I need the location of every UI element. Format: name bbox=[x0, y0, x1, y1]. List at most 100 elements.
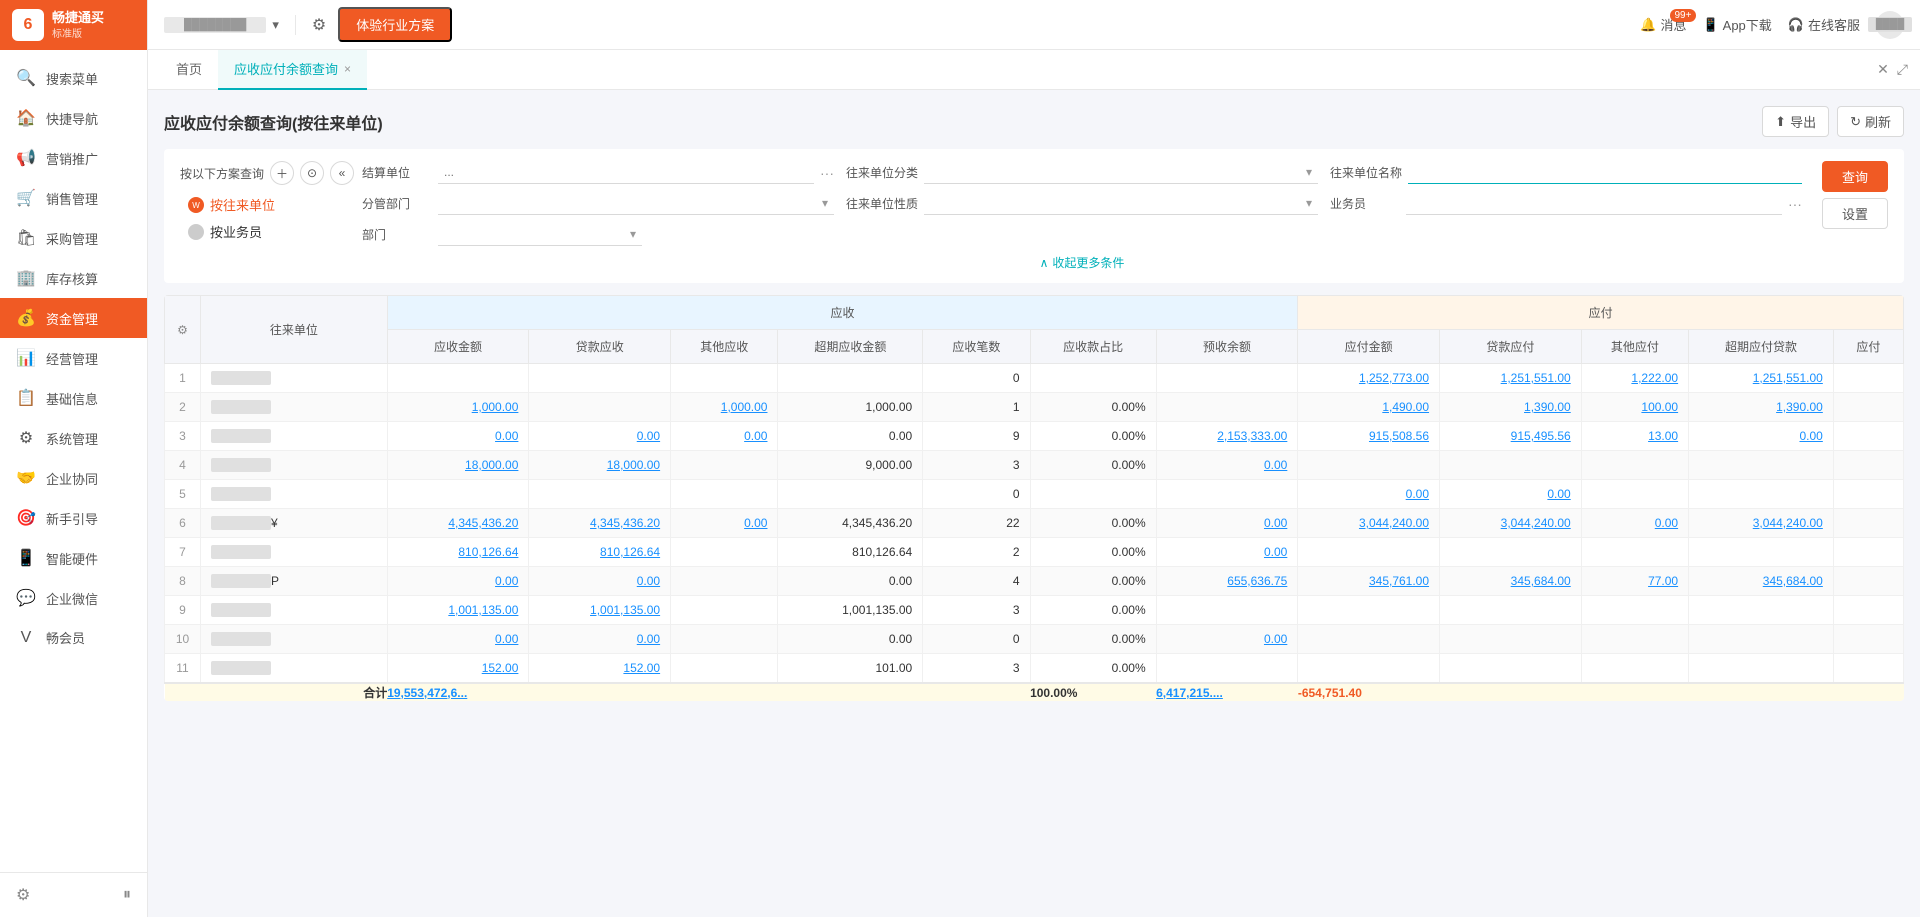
row-partner bbox=[201, 393, 388, 422]
sidebar-label-11: 新手引导 bbox=[46, 509, 98, 528]
settings-icon[interactable]: ⚙ bbox=[16, 885, 30, 905]
sidebar-item-快捷导航[interactable]: 🏠 快捷导航 bbox=[0, 98, 147, 138]
footer-ap-overdue bbox=[1689, 683, 1834, 701]
ap-amount-header: 应付金额 bbox=[1298, 330, 1440, 364]
table-settings-icon[interactable]: ⚙ bbox=[177, 323, 188, 337]
sidebar-item-资金管理[interactable]: 💰 资金管理 bbox=[0, 298, 147, 338]
sidebar-item-销售管理[interactable]: 🛒销售管理 bbox=[0, 178, 147, 218]
chevron-down-department-icon: ▾ bbox=[630, 227, 636, 241]
sidebar-icon-6: 💰 bbox=[16, 308, 36, 328]
sidebar-item-系统管理[interactable]: ⚙系统管理 bbox=[0, 418, 147, 458]
online-service-button[interactable]: 🎧 在线客服 bbox=[1788, 15, 1860, 34]
sidebar-label-1: 快捷导航 bbox=[46, 109, 98, 128]
partner-category-select[interactable]: ▾ bbox=[924, 161, 1318, 184]
partner-name-input[interactable] bbox=[1408, 161, 1802, 184]
data-table: ⚙ 往来单位 应收 应付 应收金额 贷款应收 其他应收 超期应收金额 应收笔数 … bbox=[164, 295, 1904, 701]
department-select[interactable]: ▾ bbox=[438, 223, 642, 246]
table-row: 3 0.00 0.00 0.00 0.00 9 0.00% 2,153,333.… bbox=[165, 422, 1904, 451]
row-num: 2 bbox=[165, 393, 201, 422]
app-download-button[interactable]: 📱 App下载 bbox=[1702, 15, 1771, 34]
row-partner: ¥ bbox=[201, 509, 388, 538]
sidebar: 6 畅捷通买 标准版 🔍搜索菜单🏠快捷导航📢营销推广🛒销售管理🛍采购管理🏢库存核… bbox=[0, 0, 148, 917]
refresh-button[interactable]: ↻ 刷新 bbox=[1837, 106, 1904, 137]
sidebar-label-3: 销售管理 bbox=[46, 189, 98, 208]
notice-button[interactable]: 🔔 消息 99+ bbox=[1640, 15, 1686, 34]
query-button[interactable]: 查询 bbox=[1822, 161, 1888, 192]
add-scheme-btn[interactable]: ＋ bbox=[270, 161, 294, 185]
sidebar-item-新手引导[interactable]: 🎯新手引导 bbox=[0, 498, 147, 538]
user-avatar[interactable]: ████ bbox=[1876, 11, 1904, 39]
footer-ap-amount: -654,751.40 bbox=[1298, 683, 1440, 701]
settlement-unit-more[interactable]: ··· bbox=[820, 165, 834, 181]
sidebar-item-库存核算[interactable]: 🏢库存核算 bbox=[0, 258, 147, 298]
sidebar-icon-4: 🛍 bbox=[16, 228, 36, 248]
app-name: 畅捷通买 bbox=[52, 10, 104, 26]
salesperson-more[interactable]: ··· bbox=[1788, 196, 1802, 212]
footer-ar-count bbox=[923, 683, 1030, 701]
collapse-scheme-btn[interactable]: « bbox=[330, 161, 354, 185]
filter-settlement-unit: 结算单位 ··· bbox=[362, 161, 834, 184]
sidebar-icon-1: 🏠 bbox=[16, 108, 36, 128]
settlement-unit-input[interactable] bbox=[438, 161, 814, 184]
ar-loan-header: 贷款应收 bbox=[529, 330, 671, 364]
table-row: 1 0 1,252,773.00 1,251,551.00 1,222.00 1… bbox=[165, 364, 1904, 393]
tab-home[interactable]: 首页 bbox=[160, 50, 218, 90]
sidebar-item-营销推广[interactable]: 📢营销推广 bbox=[0, 138, 147, 178]
ap-loan-header: 贷款应付 bbox=[1440, 330, 1582, 364]
filter-partner-name: 往来单位名称 bbox=[1330, 161, 1802, 184]
svg-text:W: W bbox=[192, 201, 200, 210]
sidebar-item-经营管理[interactable]: 📊经营管理 bbox=[0, 338, 147, 378]
footer-ar-prepay[interactable]: 6,417,215.... bbox=[1156, 683, 1298, 701]
chevron-down-nature-icon: ▾ bbox=[1306, 196, 1312, 210]
tab-expand-icon[interactable]: ⤢ bbox=[1897, 61, 1908, 78]
company-selector[interactable]: ████████ ▾ bbox=[164, 17, 279, 33]
sidebar-item-企业协同[interactable]: 🤝 企业协同 bbox=[0, 458, 147, 498]
tab-home-label: 首页 bbox=[176, 59, 202, 78]
footer-ap-other bbox=[1581, 683, 1688, 701]
table-row: 5 0 0.00 0.00 bbox=[165, 480, 1904, 509]
sidebar-item-畅会员[interactable]: V畅会员 bbox=[0, 618, 147, 657]
table-row: 8 P 0.00 0.00 0.00 4 0.00% 655,636.75 34… bbox=[165, 567, 1904, 596]
sidebar-item-基础信息[interactable]: 📋基础信息 bbox=[0, 378, 147, 418]
collapse-more-btn[interactable]: ∧ 收起更多条件 bbox=[362, 254, 1802, 271]
header-settings-icon[interactable]: ⚙ bbox=[312, 15, 326, 35]
sidebar-icon-10: 🤝 bbox=[16, 468, 36, 488]
settings-col-header[interactable]: ⚙ bbox=[165, 296, 201, 364]
app-edition: 标准版 bbox=[52, 25, 104, 40]
sidebar-label-6: 资金管理 bbox=[46, 309, 98, 328]
promo-button[interactable]: 体验行业方案 bbox=[338, 7, 452, 42]
collapse-icon[interactable]: ⏸ bbox=[123, 886, 131, 904]
sidebar-label-10: 企业协同 bbox=[46, 469, 98, 488]
headset-icon: 🎧 bbox=[1788, 17, 1804, 33]
footer-ar-amount[interactable]: 19,553,472,6... bbox=[387, 683, 529, 701]
sidebar-label-0: 搜索菜单 bbox=[46, 69, 98, 88]
scheme-by-salesperson[interactable]: 按业务员 bbox=[180, 218, 354, 245]
sidebar-icon-8: 📋 bbox=[16, 388, 36, 408]
tab-close-window-icon[interactable]: ✕ bbox=[1877, 61, 1889, 78]
table-footer-row: 合计 19,553,472,6... 100.00% 6,417,215....… bbox=[165, 683, 1904, 701]
footer-label: 合计 bbox=[165, 683, 388, 701]
export-button[interactable]: ⬆ 导出 bbox=[1762, 106, 1829, 137]
filter-partner-nature: 往来单位性质 ▾ bbox=[846, 192, 1318, 215]
row-num: 5 bbox=[165, 480, 201, 509]
company-dropdown-icon[interactable]: ▾ bbox=[272, 17, 279, 33]
filter-rows: 结算单位 ··· 往来单位分类 ▾ 往来单位名称 bbox=[362, 161, 1802, 271]
scheme-by-partner[interactable]: W 按往来单位 bbox=[180, 191, 354, 218]
partner-col-header: 往来单位 bbox=[201, 296, 388, 364]
setting-button[interactable]: 设置 bbox=[1822, 198, 1888, 229]
sidebar-item-智能硬件[interactable]: 📱智能硬件 bbox=[0, 538, 147, 578]
row-partner bbox=[201, 480, 388, 509]
sidebar-icon-7: 📊 bbox=[16, 348, 36, 368]
tab-query[interactable]: 应收应付余额查询 × bbox=[218, 50, 367, 90]
table-row: 9 1,001,135.00 1,001,135.00 1,001,135.00… bbox=[165, 596, 1904, 625]
sidebar-item-企业微信[interactable]: 💬企业微信 bbox=[0, 578, 147, 618]
sidebar-item-采购管理[interactable]: 🛍采购管理 bbox=[0, 218, 147, 258]
salesperson-input[interactable] bbox=[1406, 192, 1782, 215]
partner-nature-select[interactable]: ▾ bbox=[924, 192, 1318, 215]
data-table-container: ⚙ 往来单位 应收 应付 应收金额 贷款应收 其他应收 超期应收金额 应收笔数 … bbox=[164, 295, 1904, 701]
edit-scheme-btn[interactable]: ⊙ bbox=[300, 161, 324, 185]
sidebar-item-搜索菜单[interactable]: 🔍搜索菜单 bbox=[0, 58, 147, 98]
dept-select[interactable]: ▾ bbox=[438, 192, 834, 215]
tab-close-icon[interactable]: × bbox=[344, 62, 351, 76]
tab-query-label: 应收应付余额查询 bbox=[234, 59, 338, 78]
